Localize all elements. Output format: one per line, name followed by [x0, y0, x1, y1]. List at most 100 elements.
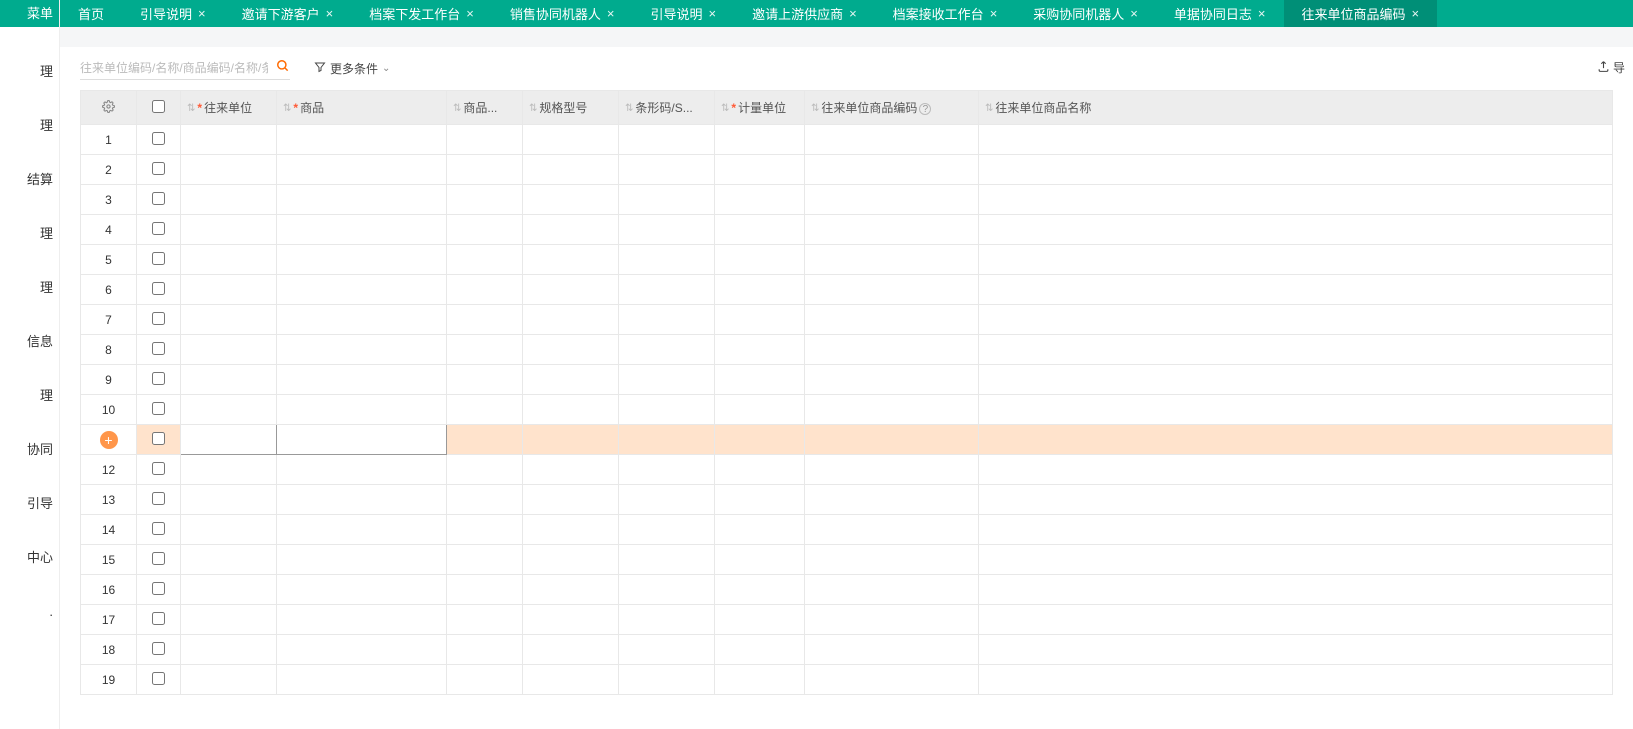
row-checkbox[interactable]	[152, 132, 165, 145]
cell[interactable]	[619, 245, 715, 275]
cell[interactable]	[715, 605, 805, 635]
cell[interactable]	[805, 215, 979, 245]
sidebar-item[interactable]: 信息	[0, 321, 59, 363]
row-checkbox[interactable]	[152, 162, 165, 175]
cell[interactable]	[979, 185, 1613, 215]
row-checkbox[interactable]	[152, 222, 165, 235]
cell[interactable]	[979, 215, 1613, 245]
cell[interactable]	[619, 515, 715, 545]
table-row[interactable]: 13	[81, 485, 1613, 515]
row-checkbox[interactable]	[152, 342, 165, 355]
cell[interactable]	[979, 485, 1613, 515]
cell[interactable]	[619, 215, 715, 245]
close-icon[interactable]: ×	[990, 7, 998, 20]
cell[interactable]	[979, 575, 1613, 605]
cell[interactable]	[805, 575, 979, 605]
row-checkbox[interactable]	[152, 672, 165, 685]
sidebar-item[interactable]: 理	[0, 267, 59, 309]
cell[interactable]	[619, 185, 715, 215]
cell[interactable]	[447, 305, 523, 335]
row-checkbox[interactable]	[152, 582, 165, 595]
cell[interactable]	[619, 125, 715, 155]
cell[interactable]	[277, 635, 447, 665]
cell[interactable]	[805, 395, 979, 425]
sidebar-item[interactable]: .	[0, 591, 59, 633]
cell[interactable]	[523, 395, 619, 425]
close-icon[interactable]: ×	[198, 7, 206, 20]
tab-首页[interactable]: 首页	[60, 0, 122, 27]
cell[interactable]	[979, 455, 1613, 485]
table-row[interactable]: 17	[81, 605, 1613, 635]
header-checkbox[interactable]	[137, 91, 181, 125]
cell[interactable]	[715, 545, 805, 575]
cell[interactable]	[805, 665, 979, 695]
close-icon[interactable]: ×	[466, 7, 474, 20]
cell[interactable]	[805, 485, 979, 515]
row-checkbox[interactable]	[152, 462, 165, 475]
cell[interactable]	[277, 515, 447, 545]
tab-采购协同机器人[interactable]: 采购协同机器人×	[1015, 0, 1156, 27]
cell[interactable]	[619, 605, 715, 635]
sidebar-item[interactable]: 理	[0, 105, 59, 147]
cell[interactable]	[619, 275, 715, 305]
cell[interactable]	[805, 185, 979, 215]
table-row[interactable]: 12	[81, 455, 1613, 485]
table-row[interactable]: 7	[81, 305, 1613, 335]
cell[interactable]	[715, 665, 805, 695]
row-checkbox[interactable]	[152, 432, 165, 445]
cell[interactable]	[979, 395, 1613, 425]
cell[interactable]	[523, 155, 619, 185]
cell[interactable]	[447, 425, 523, 455]
cell[interactable]	[277, 665, 447, 695]
sidebar-item[interactable]: 理	[0, 375, 59, 417]
table-row[interactable]: 16	[81, 575, 1613, 605]
cell[interactable]	[715, 395, 805, 425]
add-row-icon[interactable]: +	[100, 431, 118, 449]
tab-往来单位商品编码[interactable]: 往来单位商品编码×	[1284, 0, 1438, 27]
cell[interactable]	[619, 575, 715, 605]
table-row[interactable]: 8	[81, 335, 1613, 365]
cell[interactable]	[979, 155, 1613, 185]
table-row[interactable]: 6	[81, 275, 1613, 305]
cell[interactable]	[181, 425, 277, 455]
tab-销售协同机器人[interactable]: 销售协同机器人×	[492, 0, 633, 27]
cell[interactable]	[619, 485, 715, 515]
tab-引导说明[interactable]: 引导说明×	[632, 0, 734, 27]
cell[interactable]	[277, 365, 447, 395]
export-button[interactable]: 导	[1597, 59, 1625, 76]
row-checkbox[interactable]	[152, 402, 165, 415]
sidebar-item[interactable]: 中心	[0, 537, 59, 579]
cell[interactable]	[805, 635, 979, 665]
cell[interactable]	[619, 455, 715, 485]
cell[interactable]	[523, 605, 619, 635]
cell[interactable]	[619, 395, 715, 425]
row-checkbox[interactable]	[152, 522, 165, 535]
header-unit-code[interactable]: ⇅往来单位商品编码?	[805, 91, 979, 125]
sidebar-item[interactable]: 理	[0, 51, 59, 93]
cell[interactable]	[181, 605, 277, 635]
cell[interactable]	[805, 305, 979, 335]
cell[interactable]	[277, 155, 447, 185]
cell[interactable]	[523, 485, 619, 515]
cell[interactable]	[277, 605, 447, 635]
cell[interactable]	[979, 515, 1613, 545]
header-product[interactable]: ⇅*商品	[277, 91, 447, 125]
cell[interactable]	[805, 455, 979, 485]
close-icon[interactable]: ×	[1130, 7, 1138, 20]
cell[interactable]	[181, 575, 277, 605]
cell[interactable]	[805, 275, 979, 305]
cell[interactable]	[181, 335, 277, 365]
table-row[interactable]: 4	[81, 215, 1613, 245]
cell[interactable]	[447, 155, 523, 185]
cell[interactable]	[181, 455, 277, 485]
cell[interactable]	[805, 545, 979, 575]
cell[interactable]	[619, 665, 715, 695]
cell[interactable]	[523, 365, 619, 395]
cell[interactable]	[979, 365, 1613, 395]
table-row[interactable]: 10	[81, 395, 1613, 425]
cell[interactable]	[181, 515, 277, 545]
cell[interactable]	[277, 485, 447, 515]
header-spec[interactable]: ⇅规格型号	[523, 91, 619, 125]
row-checkbox[interactable]	[152, 642, 165, 655]
cell[interactable]	[523, 185, 619, 215]
